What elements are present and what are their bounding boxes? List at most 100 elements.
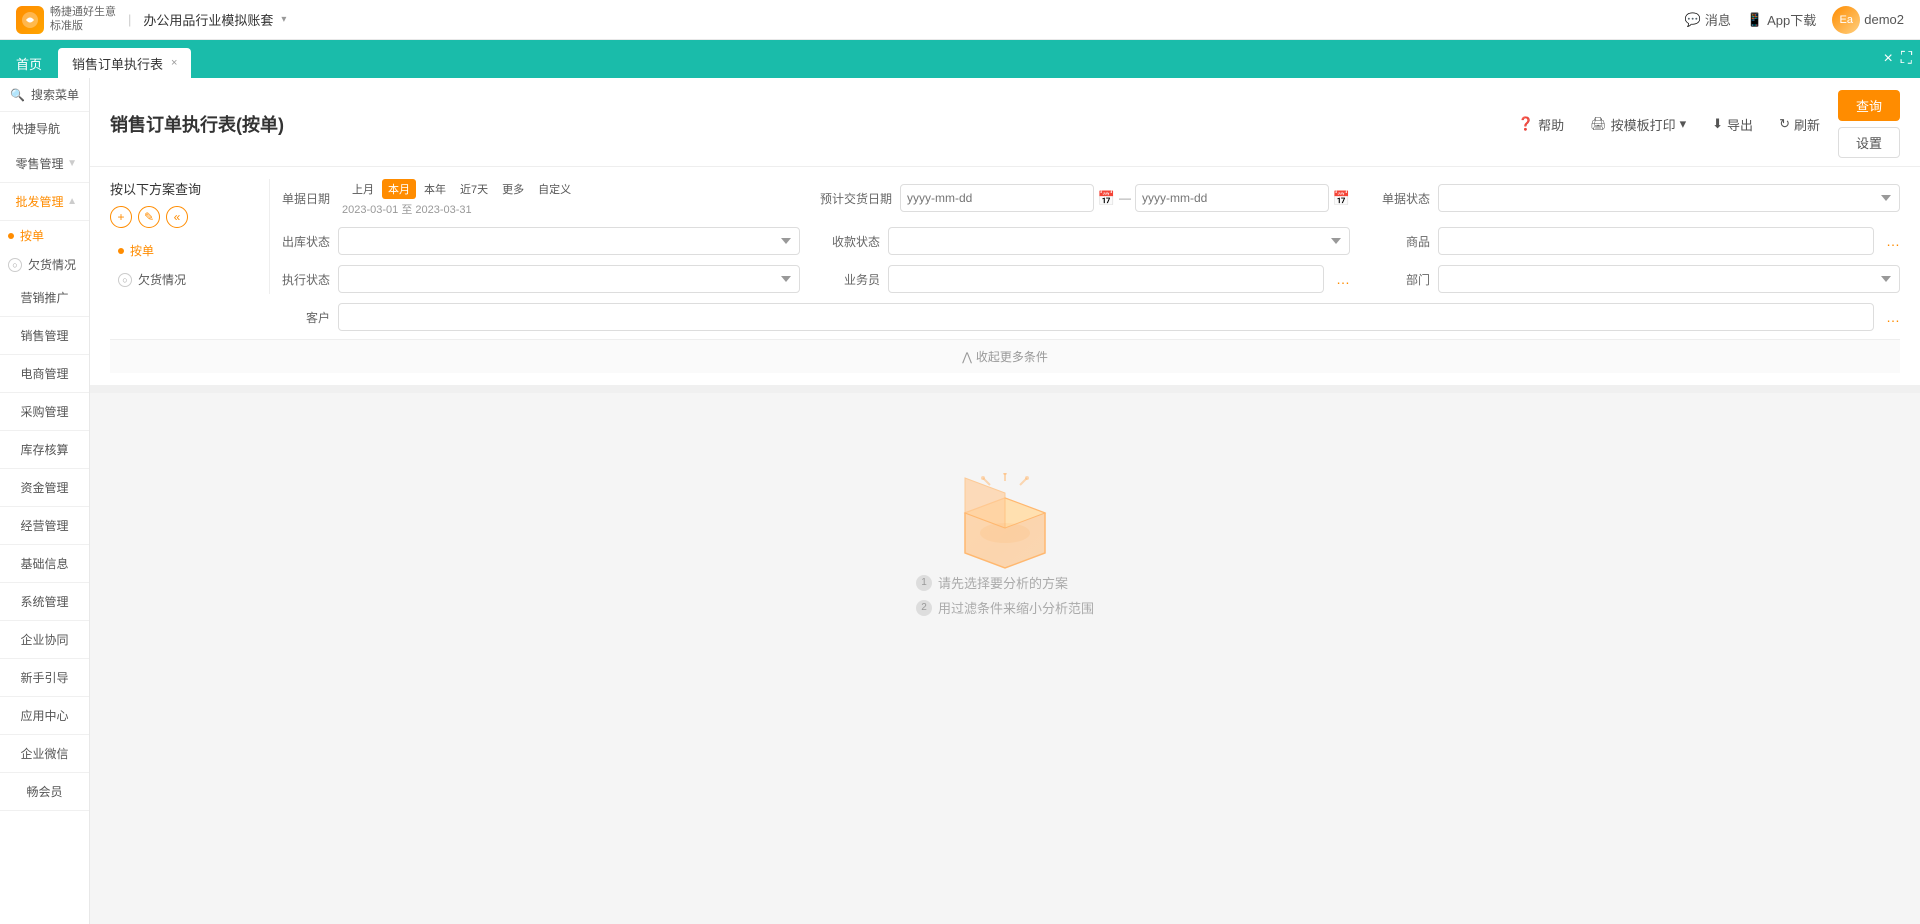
settings-btn[interactable]: 设置 <box>1838 127 1900 158</box>
sidebar-item-finance[interactable]: 资金管理 <box>0 469 89 507</box>
salesperson-field: 业务员 … <box>820 265 1350 293</box>
header-right: 💬 消息 📱 App下载 Ea demo2 <box>1685 6 1904 34</box>
sidebar-item-sales[interactable]: 销售管理 <box>0 317 89 355</box>
cal-icon-end[interactable]: 📅 <box>1333 190 1350 207</box>
sidebar-item-operations[interactable]: 经营管理 <box>0 507 89 545</box>
filter-row-1: 单据日期 上月 本月 本年 近7天 更多 自定义 <box>270 179 1900 217</box>
date-tab-custom[interactable]: 自定义 <box>532 179 577 199</box>
department-select[interactable] <box>1438 265 1900 293</box>
sidebar-item-appstore[interactable]: 应用中心 <box>0 697 89 735</box>
empty-state: 1 请先选择要分析的方案 2 用过滤条件来缩小分析范围 <box>90 393 1920 703</box>
sidebar-item-ecommerce[interactable]: 电商管理 <box>0 355 89 393</box>
sidebar-item-corpwechat[interactable]: 企业微信 <box>0 735 89 773</box>
step-num-2: 2 <box>916 600 932 616</box>
date-tab-more[interactable]: 更多 <box>496 179 530 199</box>
goods-input[interactable] <box>1438 227 1874 255</box>
message-icon: 💬 <box>1685 12 1701 28</box>
date-hint: 2023-03-01 至 2023-03-31 <box>342 201 472 217</box>
export-btn[interactable]: ⬇ 导出 <box>1704 111 1761 138</box>
date-separator: — <box>1119 191 1131 205</box>
date-tab-last-month[interactable]: 上月 <box>346 179 380 199</box>
help-btn[interactable]: ❓ 帮助 <box>1510 111 1572 138</box>
execution-label: 执行状态 <box>270 271 330 288</box>
tab-close-window-btn[interactable]: × <box>1883 40 1892 78</box>
shipment-select[interactable] <box>338 227 800 255</box>
logo-text: 畅捷通好生意 标准版 <box>50 6 116 32</box>
scheme-nav-debt[interactable]: ○ 欠货情况 <box>110 265 257 294</box>
shipment-label: 出库状态 <box>270 233 330 250</box>
print-btn[interactable]: 🖨 按模板打印 ▾ <box>1582 111 1694 138</box>
date-tab-7days[interactable]: 近7天 <box>454 179 494 199</box>
sidebar-item-wholesale[interactable]: 批发管理 ▲ <box>0 183 89 221</box>
date-tab-this-month[interactable]: 本月 <box>382 179 416 199</box>
date-end-input[interactable] <box>1135 184 1329 212</box>
sidebar-search[interactable]: 🔍 搜索菜单 <box>0 78 89 112</box>
tab-bar-right: × ⛶ <box>1883 40 1920 78</box>
search-btn[interactable]: 查询 <box>1838 90 1900 121</box>
scheme-nav-order[interactable]: 按单 <box>110 236 257 265</box>
sidebar-item-newbie[interactable]: 新手引导 <box>0 659 89 697</box>
expected-date-field: 预计交货日期 📅 — 📅 <box>820 179 1350 217</box>
collapse-icon: ⋀ <box>962 350 972 364</box>
empty-step-2: 2 用过滤条件来缩小分析范围 <box>916 598 1094 617</box>
filter-row-3: 执行状态 业务员 … 部门 <box>270 265 1900 293</box>
status-label: 单据状态 <box>1370 190 1430 207</box>
filter-sidebar-actions: + ✎ « <box>110 206 257 228</box>
tab-sales-order[interactable]: 销售订单执行表 × <box>58 48 191 78</box>
tab-home[interactable]: 首页 <box>2 48 56 78</box>
sidebar-item-quick-nav[interactable]: 快捷导航 <box>0 112 89 145</box>
edit-scheme-btn[interactable]: ✎ <box>138 206 160 228</box>
add-scheme-btn[interactable]: + <box>110 206 132 228</box>
date-start-input[interactable] <box>900 184 1094 212</box>
download-icon: 📱 <box>1747 12 1763 28</box>
goods-more-btn[interactable]: … <box>1886 233 1900 249</box>
salesperson-more-btn[interactable]: … <box>1336 271 1350 287</box>
sidebar-sub-order[interactable]: 按单 <box>0 221 89 250</box>
sidebar-item-inventory[interactable]: 库存核算 <box>0 431 89 469</box>
cal-icon-start[interactable]: 📅 <box>1098 190 1115 207</box>
header-left: 畅捷通好生意 标准版 | 办公用品行业模拟账套 ▾ <box>16 6 286 34</box>
customer-input[interactable] <box>338 303 1874 331</box>
execution-field: 执行状态 <box>270 265 800 293</box>
sidebar-item-vip[interactable]: 畅会员 <box>0 773 89 811</box>
goods-field: 商品 … <box>1370 227 1900 255</box>
refresh-btn[interactable]: ↻ 刷新 <box>1771 111 1828 138</box>
page-actions: ❓ 帮助 🖨 按模板打印 ▾ ⬇ 导出 ↻ 刷新 查询 <box>1510 90 1900 158</box>
collapse-bar[interactable]: ⋀ 收起更多条件 <box>110 339 1900 373</box>
sidebar-sub-debt[interactable]: ○ 欠货情况 <box>0 250 89 279</box>
date-tab-this-year[interactable]: 本年 <box>418 179 452 199</box>
filter-row-2: 出库状态 收款状态 商品 <box>270 227 1900 255</box>
tab-bar: 首页 销售订单执行表 × × ⛶ <box>0 40 1920 78</box>
tab-expand-btn[interactable]: ⛶ <box>1901 40 1912 78</box>
help-icon: ❓ <box>1518 116 1534 132</box>
shipment-field: 出库状态 <box>270 227 800 255</box>
breadcrumb-text: 办公用品行业模拟账套 <box>143 10 273 29</box>
customer-more-btn[interactable]: … <box>1886 309 1900 325</box>
app-download-action[interactable]: 📱 App下载 <box>1747 10 1816 29</box>
sidebar-item-enterprise[interactable]: 企业协同 <box>0 621 89 659</box>
expected-date-label: 预计交货日期 <box>820 190 892 207</box>
collection-label: 收款状态 <box>820 233 880 250</box>
tab-close-btn[interactable]: × <box>171 57 177 69</box>
collapse-scheme-btn[interactable]: « <box>166 206 188 228</box>
empty-step-1: 1 请先选择要分析的方案 <box>916 573 1094 592</box>
empty-steps: 1 请先选择要分析的方案 2 用过滤条件来缩小分析范围 <box>916 573 1094 623</box>
filter-row-inner: 按以下方案查询 + ✎ « 按单 ○ 欠货情况 <box>110 179 1900 339</box>
user-menu[interactable]: Ea demo2 <box>1832 6 1904 34</box>
salesperson-input[interactable] <box>888 265 1324 293</box>
sidebar-item-marketing[interactable]: 营销推广 <box>0 279 89 317</box>
breadcrumb-dropdown-icon[interactable]: ▾ <box>281 14 286 25</box>
page-title: 销售订单执行表(按单) <box>110 111 284 137</box>
sidebar-item-purchase[interactable]: 采购管理 <box>0 393 89 431</box>
customer-label: 客户 <box>270 309 330 326</box>
execution-select[interactable] <box>338 265 800 293</box>
sidebar-item-basic[interactable]: 基础信息 <box>0 545 89 583</box>
sidebar-item-retail[interactable]: 零售管理 ▼ <box>0 145 89 183</box>
scheme-dot-order <box>118 248 124 254</box>
status-select[interactable] <box>1438 184 1900 212</box>
section-divider <box>90 385 1920 393</box>
sidebar-item-system[interactable]: 系统管理 <box>0 583 89 621</box>
message-action[interactable]: 💬 消息 <box>1685 10 1731 29</box>
collection-select[interactable] <box>888 227 1350 255</box>
page-header: 销售订单执行表(按单) ❓ 帮助 🖨 按模板打印 ▾ ⬇ 导出 ↻ 刷新 <box>90 78 1920 167</box>
